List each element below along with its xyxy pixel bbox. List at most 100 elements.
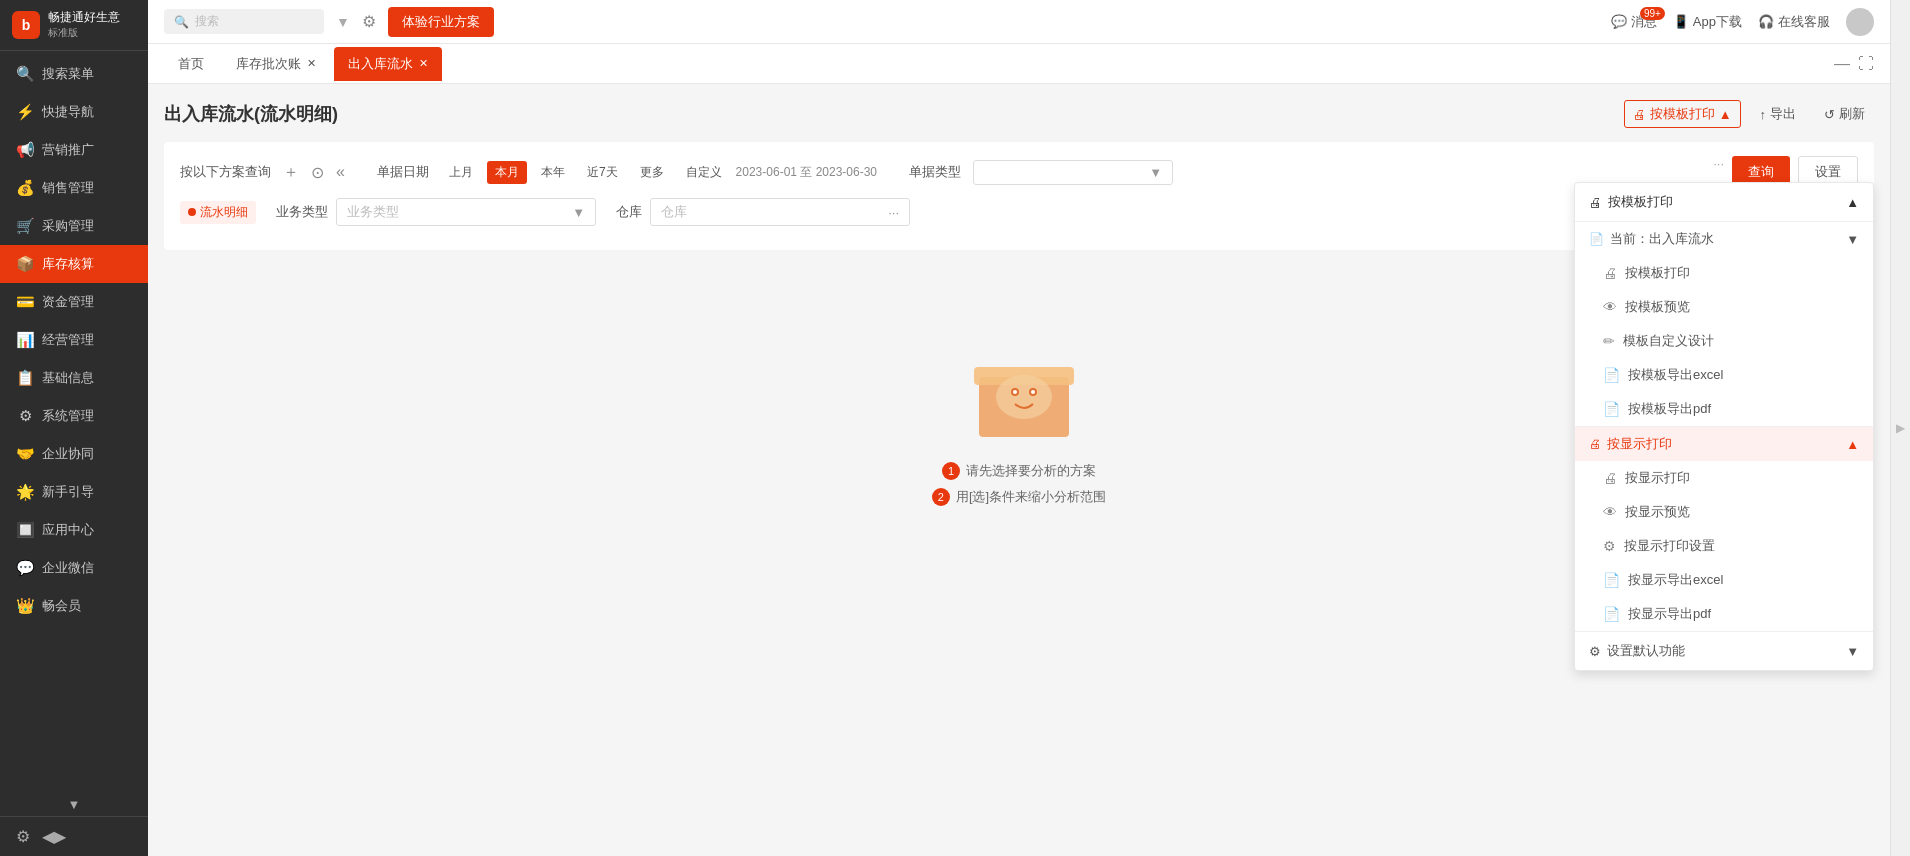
display-print-icon: 🖨 (1603, 470, 1617, 486)
display-section-label: 按显示打印 (1607, 435, 1672, 453)
warehouse-placeholder: 仓库 (661, 203, 687, 221)
filter-collapse-icon[interactable]: « (336, 163, 345, 181)
footer-settings-icon: ⚙ (1589, 644, 1601, 659)
receipt-type-select[interactable]: ▼ (973, 160, 1173, 185)
customer-service-button[interactable]: 🎧 在线客服 (1758, 13, 1830, 31)
date-range-value: 2023-06-01 至 2023-06-30 (736, 164, 877, 181)
filter-warehouse: 仓库 仓库 ··· (616, 198, 910, 226)
sidebar-item-search[interactable]: 🔍 搜索菜单 (0, 55, 148, 93)
dropdown-template-excel[interactable]: 📄 按模板导出excel (1575, 358, 1873, 392)
sidebar-item-label: 快捷导航 (42, 103, 94, 121)
sidebar-item-apps[interactable]: 🔲 应用中心 (0, 511, 148, 549)
printer-icon: 🖨 (1633, 107, 1646, 122)
sidebar-item-system[interactable]: ⚙ 系统管理 (0, 397, 148, 435)
dropdown-display-settings[interactable]: ⚙ 按显示打印设置 (1575, 529, 1873, 563)
footer-chevron-icon: ▼ (1846, 644, 1859, 659)
tag-dot-icon (188, 208, 196, 216)
sidebar-item-vip[interactable]: 👑 畅会员 (0, 587, 148, 625)
export-icon: ↑ (1760, 107, 1767, 122)
gear-icon: ⚙ (16, 407, 34, 425)
sidebar-item-shortcut[interactable]: ⚡ 快捷导航 (0, 93, 148, 131)
tab-expand-icon[interactable]: ⛶ (1858, 55, 1874, 73)
dropdown-display-preview[interactable]: 👁 按显示预览 (1575, 495, 1873, 529)
display-section-chevron: ▲ (1846, 437, 1859, 452)
business-type-label: 业务类型 (276, 203, 328, 221)
sidebar-item-collab[interactable]: 🤝 企业协同 (0, 435, 148, 473)
app-download-button[interactable]: 📱 App下载 (1673, 13, 1742, 31)
flow-tab-close-icon[interactable]: ✕ (419, 57, 428, 70)
sidebar-scroll-down[interactable]: ▼ (0, 793, 148, 816)
dropdown-current-header[interactable]: 📄 当前：出入库流水 ▼ (1575, 222, 1873, 256)
dropdown-display-pdf[interactable]: 📄 按显示导出pdf (1575, 597, 1873, 631)
dropdown-template-print[interactable]: 🖨 按模板打印 (1575, 256, 1873, 290)
dropdown-display-excel[interactable]: 📄 按显示导出excel (1575, 563, 1873, 597)
template-pdf-icon: 📄 (1603, 401, 1620, 417)
sidebar-footer: ⚙ ◀▶ (0, 816, 148, 856)
date-current-year[interactable]: 本年 (533, 161, 573, 184)
tab-minimize-icon[interactable]: — (1834, 55, 1850, 73)
receipt-type-chevron-icon: ▼ (1149, 165, 1162, 180)
sidebar-item-wechat[interactable]: 💬 企业微信 (0, 549, 148, 587)
template-excel-icon: 📄 (1603, 367, 1620, 383)
dropdown-template-pdf[interactable]: 📄 按模板导出pdf (1575, 392, 1873, 426)
display-pdf-icon: 📄 (1603, 606, 1620, 622)
display-settings-icon: ⚙ (1603, 538, 1616, 554)
date-custom[interactable]: 自定义 (678, 161, 730, 184)
empty-illustration (969, 342, 1069, 442)
settings-footer-icon[interactable]: ⚙ (16, 827, 30, 846)
sidebar-item-label: 企业协同 (42, 445, 94, 463)
warehouse-label: 仓库 (616, 203, 642, 221)
main-area: 🔍 搜索 ▼ ⚙ 体验行业方案 💬 消息 99+ 📱 App下载 🎧 在线客服 (148, 0, 1890, 856)
sidebar-item-sales[interactable]: 💰 销售管理 (0, 169, 148, 207)
warehouse-select[interactable]: 仓库 ··· (650, 198, 910, 226)
megaphone-icon: 📢 (16, 141, 34, 159)
tab-flow[interactable]: 出入库流水 ✕ (334, 47, 442, 81)
app-edition: 标准版 (48, 26, 120, 40)
sidebar-item-purchase[interactable]: 🛒 采购管理 (0, 207, 148, 245)
sidebar-item-label: 采购管理 (42, 217, 94, 235)
topbar-search[interactable]: 🔍 搜索 (164, 9, 324, 34)
filter-settings-icon[interactable]: ⊙ (311, 163, 324, 182)
user-avatar[interactable] (1846, 8, 1874, 36)
svg-point-2 (996, 375, 1052, 419)
dropdown-header-label: 按模板打印 (1608, 193, 1673, 211)
topbar: 🔍 搜索 ▼ ⚙ 体验行业方案 💬 消息 99+ 📱 App下载 🎧 在线客服 (148, 0, 1890, 44)
date-7days[interactable]: 近7天 (579, 161, 626, 184)
dropdown-header[interactable]: 🖨 按模板打印 ▲ (1575, 183, 1873, 222)
sidebar-item-inventory[interactable]: 📦 库存核算 (0, 245, 148, 283)
sidebar-item-finance[interactable]: 💳 资金管理 (0, 283, 148, 321)
message-button[interactable]: 💬 消息 99+ (1611, 13, 1657, 31)
right-edge-tab[interactable]: ▶ (1890, 0, 1910, 856)
date-current-month[interactable]: 本月 (487, 161, 527, 184)
sidebar-item-basic[interactable]: 📋 基础信息 (0, 359, 148, 397)
filter-add-icon[interactable]: ＋ (283, 162, 299, 183)
refresh-button[interactable]: ↺ 刷新 (1815, 100, 1874, 128)
tab-batch[interactable]: 库存批次账 ✕ (222, 47, 330, 81)
filter-tag-detail[interactable]: 流水明细 (180, 201, 256, 224)
date-last-month[interactable]: 上月 (441, 161, 481, 184)
sidebar-item-guide[interactable]: 🌟 新手引导 (0, 473, 148, 511)
collapse-footer-icon[interactable]: ◀▶ (42, 827, 66, 846)
print-template-button[interactable]: 🖨 按模板打印 ▲ (1624, 100, 1741, 128)
dropdown-display-print[interactable]: 🖨 按显示打印 (1575, 461, 1873, 495)
dropdown-footer[interactable]: ⚙ 设置默认功能 ▼ (1575, 632, 1873, 670)
topbar-gear-icon[interactable]: ⚙ (362, 12, 376, 31)
current-section-label: 当前：出入库流水 (1610, 230, 1714, 248)
sidebar-item-marketing[interactable]: 📢 营销推广 (0, 131, 148, 169)
export-button[interactable]: ↑ 导出 (1751, 100, 1806, 128)
dropdown-template-preview[interactable]: 👁 按模板预览 (1575, 290, 1873, 324)
sidebar-item-label: 畅会员 (42, 597, 81, 615)
svg-point-6 (1031, 390, 1035, 394)
crown-icon: 👑 (16, 597, 34, 615)
page-actions: 🖨 按模板打印 ▲ ↑ 导出 ↺ 刷新 (1624, 100, 1874, 128)
business-type-select[interactable]: 业务类型 ▼ (336, 198, 596, 226)
tab-home[interactable]: 首页 (164, 47, 218, 81)
dropdown-template-custom[interactable]: ✏ 模板自定义设计 (1575, 324, 1873, 358)
dropdown-display-header[interactable]: 🖨 按显示打印 ▲ (1575, 427, 1873, 461)
date-more[interactable]: 更多 (632, 161, 672, 184)
sidebar-item-operation[interactable]: 📊 经营管理 (0, 321, 148, 359)
cta-button[interactable]: 体验行业方案 (388, 7, 494, 37)
batch-tab-close-icon[interactable]: ✕ (307, 57, 316, 70)
dropdown-current-section: 📄 当前：出入库流水 ▼ 🖨 按模板打印 👁 按模板预览 ✏ 模板自定义设计 (1575, 222, 1873, 427)
dropdown-arrow-icon[interactable]: ▼ (336, 14, 350, 30)
